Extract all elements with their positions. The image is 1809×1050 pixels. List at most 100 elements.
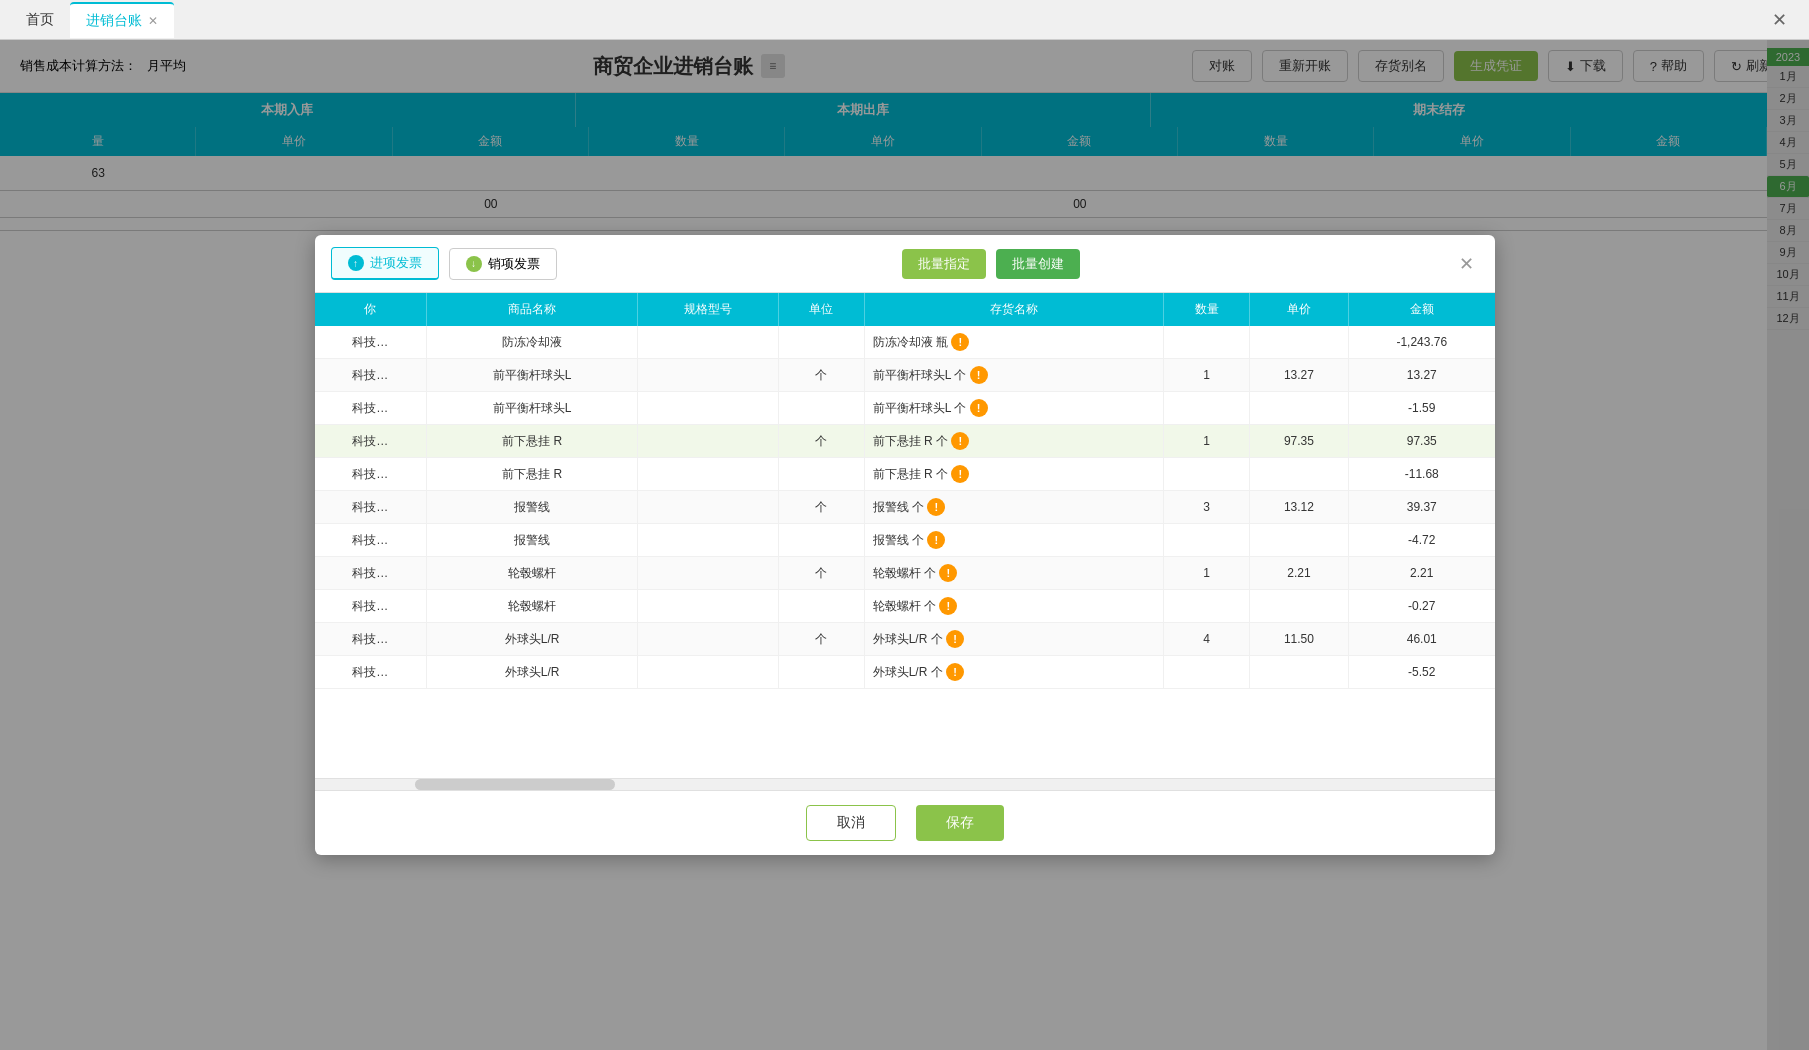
batch-create-button[interactable]: 批量创建 — [996, 249, 1080, 279]
cell-row1-col3: 个 — [779, 359, 864, 392]
cell-row4-inventory: 前下悬挂 R 个 ! — [864, 458, 1164, 491]
cell-row6-amount: -4.72 — [1349, 524, 1495, 557]
warning-icon: ! — [970, 366, 988, 384]
th-spec: 规格型号 — [638, 293, 779, 326]
cell-row6-qty — [1164, 524, 1249, 557]
cell-row7-col2 — [638, 557, 779, 590]
cell-row4-col1: 前下悬挂 R — [426, 458, 638, 491]
th-unit: 单位 — [779, 293, 864, 326]
table-row[interactable]: 科技…前下悬挂 R 前下悬挂 R 个 ! -11.68 — [315, 458, 1495, 491]
cell-row2-col1: 前平衡杆球头L — [426, 392, 638, 425]
cell-row5-col3: 个 — [779, 491, 864, 524]
cell-row1-col0: 科技… — [315, 359, 427, 392]
warning-icon: ! — [946, 630, 964, 648]
cell-row0-col0: 科技… — [315, 326, 427, 359]
modal-table-container: 你 商品名称 规格型号 单位 存货名称 数量 单价 金额 科技…防冻冷却液防冻冷… — [315, 293, 1495, 778]
cell-row3-col1: 前下悬挂 R — [426, 425, 638, 458]
warning-icon: ! — [951, 432, 969, 450]
cell-row3-col2 — [638, 425, 779, 458]
modal-close-button[interactable]: ✕ — [1455, 252, 1479, 276]
cell-row7-col3: 个 — [779, 557, 864, 590]
cell-row0-inventory: 防冻冷却液 瓶 ! — [864, 326, 1164, 359]
cell-row4-qty — [1164, 458, 1249, 491]
cell-row7-price: 2.21 — [1249, 557, 1348, 590]
cell-row8-col3 — [779, 590, 864, 623]
cell-row9-col2 — [638, 623, 779, 656]
table-row[interactable]: 科技…外球头L/R个外球头L/R 个 !411.5046.01 — [315, 623, 1495, 656]
cell-row5-col1: 报警线 — [426, 491, 638, 524]
cell-row6-col1: 报警线 — [426, 524, 638, 557]
cell-row4-price — [1249, 458, 1348, 491]
cell-row8-col1: 轮毂螺杆 — [426, 590, 638, 623]
cell-row0-col1: 防冻冷却液 — [426, 326, 638, 359]
cell-row6-col3 — [779, 524, 864, 557]
scrollbar-thumb[interactable] — [415, 779, 615, 790]
modal-tab-outbound[interactable]: ↓ 销项发票 — [449, 248, 557, 280]
th-col0: 你 — [315, 293, 427, 326]
cell-row5-col0: 科技… — [315, 491, 427, 524]
table-row[interactable]: 科技…报警线 报警线 个 ! -4.72 — [315, 524, 1495, 557]
cell-row8-inventory: 轮毂螺杆 个 ! — [864, 590, 1164, 623]
cell-row5-price: 13.12 — [1249, 491, 1348, 524]
th-product-name: 商品名称 — [426, 293, 638, 326]
cell-row6-inventory: 报警线 个 ! — [864, 524, 1164, 557]
th-amount: 金额 — [1349, 293, 1495, 326]
warning-icon: ! — [939, 564, 957, 582]
modal-table: 你 商品名称 规格型号 单位 存货名称 数量 单价 金额 科技…防冻冷却液防冻冷… — [315, 293, 1495, 689]
cell-row3-price: 97.35 — [1249, 425, 1348, 458]
window-close-button[interactable]: ✕ — [1759, 0, 1799, 40]
cell-row4-col0: 科技… — [315, 458, 427, 491]
cell-row7-qty: 1 — [1164, 557, 1249, 590]
cell-row6-col2 — [638, 524, 779, 557]
cell-row3-col0: 科技… — [315, 425, 427, 458]
table-row[interactable]: 科技…外球头L/R外球头L/R 个 !-5.52 — [315, 656, 1495, 689]
cell-row8-price — [1249, 590, 1348, 623]
cell-row1-price: 13.27 — [1249, 359, 1348, 392]
cell-row8-amount: -0.27 — [1349, 590, 1495, 623]
tab-inbound-icon: ↑ — [348, 255, 364, 271]
modal-tab-inbound[interactable]: ↑ 进项发票 — [331, 247, 439, 280]
modal-footer: 取消 保存 — [315, 790, 1495, 855]
cell-row8-col0: 科技… — [315, 590, 427, 623]
modal-horizontal-scrollbar[interactable] — [315, 778, 1495, 790]
cell-row0-col3 — [779, 326, 864, 359]
cell-row5-inventory: 报警线 个 ! — [864, 491, 1164, 524]
table-row[interactable]: 科技…前下悬挂 R个前下悬挂 R 个 !197.3597.35 — [315, 425, 1495, 458]
warning-icon: ! — [939, 597, 957, 615]
cell-row10-col1: 外球头L/R — [426, 656, 638, 689]
cell-row2-col0: 科技… — [315, 392, 427, 425]
batch-assign-button[interactable]: 批量指定 — [902, 249, 986, 279]
table-row[interactable]: 科技…前平衡杆球头L个前平衡杆球头L 个 !113.2713.27 — [315, 359, 1495, 392]
cell-row10-col0: 科技… — [315, 656, 427, 689]
save-button[interactable]: 保存 — [916, 805, 1004, 841]
cell-row4-amount: -11.68 — [1349, 458, 1495, 491]
cell-row0-col2 — [638, 326, 779, 359]
table-row[interactable]: 科技…报警线个报警线 个 !313.1239.37 — [315, 491, 1495, 524]
th-inventory-name: 存货名称 — [864, 293, 1164, 326]
cell-row2-price — [1249, 392, 1348, 425]
cell-row2-col2 — [638, 392, 779, 425]
cell-row2-qty — [1164, 392, 1249, 425]
cell-row9-qty: 4 — [1164, 623, 1249, 656]
table-row[interactable]: 科技…前平衡杆球头L前平衡杆球头L 个 !-1.59 — [315, 392, 1495, 425]
th-unit-price: 单价 — [1249, 293, 1348, 326]
cell-row7-col0: 科技… — [315, 557, 427, 590]
cell-row1-amount: 13.27 — [1349, 359, 1495, 392]
modal-header: ↑ 进项发票 ↓ 销项发票 批量指定 批量创建 ✕ — [315, 235, 1495, 293]
table-row[interactable]: 科技…轮毂螺杆 轮毂螺杆 个 ! -0.27 — [315, 590, 1495, 623]
cell-row10-col3 — [779, 656, 864, 689]
warning-icon: ! — [951, 465, 969, 483]
warning-icon: ! — [946, 663, 964, 681]
warning-icon: ! — [927, 498, 945, 516]
cancel-button[interactable]: 取消 — [806, 805, 896, 841]
cell-row6-col0: 科技… — [315, 524, 427, 557]
tab-ledger[interactable]: 进销台账 ✕ — [70, 2, 174, 38]
table-row[interactable]: 科技…轮毂螺杆个轮毂螺杆 个 !12.212.21 — [315, 557, 1495, 590]
tab-close-icon[interactable]: ✕ — [148, 14, 158, 28]
tab-home[interactable]: 首页 — [10, 3, 70, 37]
table-row[interactable]: 科技…防冻冷却液防冻冷却液 瓶 !-1,243.76 — [315, 326, 1495, 359]
cell-row1-col1: 前平衡杆球头L — [426, 359, 638, 392]
cell-row0-qty — [1164, 326, 1249, 359]
cell-row1-inventory: 前平衡杆球头L 个 ! — [864, 359, 1164, 392]
cell-row9-inventory: 外球头L/R 个 ! — [864, 623, 1164, 656]
